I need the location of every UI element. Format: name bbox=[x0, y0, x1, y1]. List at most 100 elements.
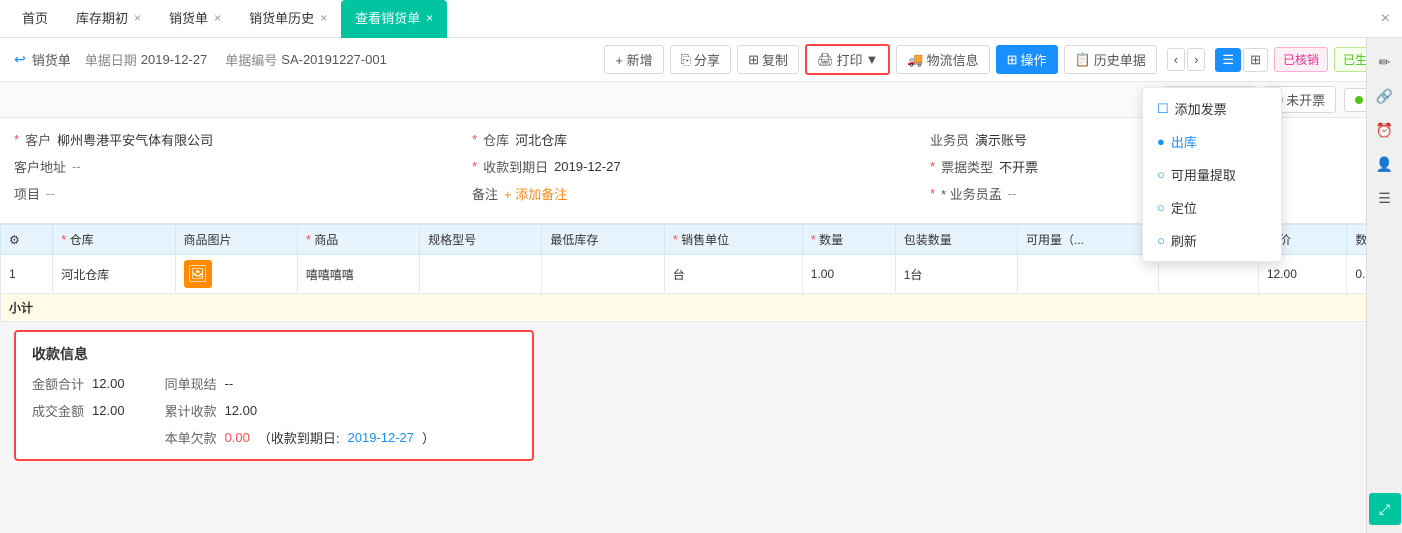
tab-sales-history[interactable]: 销货单历史 × bbox=[235, 0, 341, 38]
logistics-button[interactable]: 🚚 物流信息 bbox=[896, 45, 989, 74]
sidebar-clock-icon[interactable]: ⏰ bbox=[1369, 114, 1401, 146]
ticket-type-value: 不开票 bbox=[999, 157, 1038, 176]
staff2-label: * 业务员孟 bbox=[941, 184, 1002, 203]
dropdown-add-invoice[interactable]: ☐ 添加发票 bbox=[1143, 92, 1281, 125]
address-field: 客户地址 -- bbox=[14, 157, 472, 176]
col-available: 可用量（... bbox=[1018, 225, 1159, 255]
tab-home[interactable]: 首页 bbox=[8, 0, 62, 38]
doc-header: ↩ 销货单 单据日期 2019-12-27 单据编号 SA-20191227-0… bbox=[0, 38, 1402, 82]
total-amount-value: 12.00 bbox=[92, 376, 125, 391]
locate-label: 定位 bbox=[1171, 198, 1197, 217]
cell-pkg-qty: 1台 bbox=[895, 255, 1017, 294]
doc-number-value: SA-20191227-001 bbox=[281, 52, 387, 67]
product-image: 🖼 bbox=[184, 260, 212, 288]
col-unit: * 销售单位 bbox=[664, 225, 802, 255]
deal-amount-value: 12.00 bbox=[92, 403, 125, 418]
print-arrow: ▼ bbox=[866, 52, 879, 67]
customer-field: * 客户 柳州粤港平安气体有限公司 bbox=[14, 130, 472, 149]
ticket-type-req: * bbox=[930, 159, 935, 174]
sidebar-user-icon[interactable]: 👤 bbox=[1369, 148, 1401, 180]
dropdown-available-qty[interactable]: ○ 可用量提取 bbox=[1143, 158, 1281, 191]
tab-sales-history-label: 销货单历史 bbox=[249, 8, 314, 27]
sidebar-link-icon[interactable]: 🔗 bbox=[1369, 80, 1401, 112]
col-spec: 规格型号 bbox=[420, 225, 542, 255]
doc-title: ↩ 销货单 bbox=[14, 50, 71, 69]
print-label: 打印 bbox=[837, 50, 863, 69]
due-date-value: 2019-12-27 bbox=[554, 159, 621, 174]
ticket-status-label: 未开票 bbox=[1286, 90, 1325, 109]
dropdown-refresh[interactable]: ○ 刷新 bbox=[1143, 224, 1281, 257]
customer-value: 柳州粤港平安气体有限公司 bbox=[57, 130, 213, 149]
same-order-value: -- bbox=[225, 376, 234, 391]
outstanding-note: （收款到期日: bbox=[258, 428, 340, 447]
staff2-req: * bbox=[930, 186, 935, 201]
tab-check-sales-label: 查看销货单 bbox=[355, 8, 420, 27]
copy-icon: ⊞ bbox=[748, 52, 759, 68]
logistics-icon: 🚚 bbox=[907, 52, 923, 68]
print-icon: 🖨 bbox=[817, 52, 834, 68]
customer-req: * bbox=[14, 132, 19, 147]
global-close-button[interactable]: × bbox=[1381, 10, 1390, 28]
outstanding-row: 本单欠款 0.00 （收款到期日: 2019-12-27 ） bbox=[165, 428, 435, 447]
print-box: 🖨 打印 ▼ bbox=[805, 44, 890, 75]
history-button[interactable]: 📋 历史单据 bbox=[1064, 45, 1157, 74]
operation-button[interactable]: ⊞ 操作 bbox=[996, 45, 1058, 74]
tab-bar: 首页 库存期初 × 销货单 × 销货单历史 × 查看销货单 × × bbox=[0, 0, 1402, 38]
outbound-label: 出库 bbox=[1171, 132, 1197, 151]
prev-button[interactable]: ‹ bbox=[1167, 48, 1185, 71]
col-qty: * 数量 bbox=[802, 225, 895, 255]
tab-sales-history-close[interactable]: × bbox=[320, 11, 327, 25]
copy-label: 复制 bbox=[762, 50, 788, 69]
add-invoice-icon: ☐ bbox=[1157, 101, 1169, 117]
col-min-stock: 最低库存 bbox=[542, 225, 664, 255]
subtotal-row: 小计 bbox=[1, 294, 1402, 322]
sidebar-edit-icon[interactable]: ✏ bbox=[1369, 46, 1401, 78]
share-label: 分享 bbox=[694, 50, 720, 69]
tab-inventory-init-close[interactable]: × bbox=[134, 11, 141, 25]
tab-inventory-init[interactable]: 库存期初 × bbox=[62, 0, 155, 38]
total-amount-label: 金额合计 bbox=[32, 374, 84, 393]
dropdown-locate[interactable]: ○ 定位 bbox=[1143, 191, 1281, 224]
total-amount-row: 金额合计 12.00 bbox=[32, 374, 125, 393]
cell-spec bbox=[420, 255, 542, 294]
copy-button[interactable]: ⊞ 复制 bbox=[737, 45, 799, 74]
history-icon: 📋 bbox=[1075, 52, 1091, 68]
tab-check-sales[interactable]: 查看销货单 × bbox=[341, 0, 447, 38]
doc-title-text: 销货单 bbox=[32, 50, 71, 69]
add-remark-btn[interactable]: 添加备注 bbox=[504, 184, 567, 203]
address-value: -- bbox=[72, 159, 81, 174]
right-sidebar: ✏ 🔗 ⏰ 👤 ☰ ⤢ bbox=[1366, 38, 1402, 533]
cell-min-stock bbox=[542, 255, 664, 294]
print-button[interactable]: 🖨 打印 ▼ bbox=[807, 46, 888, 73]
tab-check-sales-close[interactable]: × bbox=[426, 11, 433, 25]
toolbar-right: + 新增 ⎘ 分享 ⊞ 复制 🖨 打印 ▼ 🚚 物流信息 ⊞ 操作 📋 历史单据 bbox=[604, 44, 1388, 75]
grid-view-button[interactable]: ⊞ bbox=[1243, 48, 1268, 72]
col-pkg-qty: 包装数量 bbox=[895, 225, 1017, 255]
doc-meta: 单据日期 2019-12-27 单据编号 SA-20191227-001 bbox=[85, 50, 387, 69]
staff-value: 演示账号 bbox=[975, 130, 1027, 149]
payment-info: 收款信息 金额合计 12.00 成交金额 12.00 同单现结 -- 累计收款 … bbox=[14, 330, 534, 461]
new-button[interactable]: + 新增 bbox=[604, 45, 663, 74]
refresh-icon: ○ bbox=[1157, 233, 1165, 248]
cell-available bbox=[1018, 255, 1159, 294]
available-qty-icon: ○ bbox=[1157, 167, 1165, 182]
cell-product: 嘻嘻嘻嘻 bbox=[297, 255, 419, 294]
outstanding-close: ） bbox=[422, 428, 435, 447]
project-label: 项目 bbox=[14, 184, 40, 203]
outstanding-label: 本单欠款 bbox=[165, 428, 217, 447]
confirm-dot bbox=[1355, 96, 1363, 104]
next-button[interactable]: › bbox=[1187, 48, 1205, 71]
sidebar-list-icon[interactable]: ☰ bbox=[1369, 182, 1401, 214]
operation-label: 操作 bbox=[1021, 50, 1047, 69]
tab-sales-order-close[interactable]: × bbox=[214, 11, 221, 25]
cell-warehouse: 河北仓库 bbox=[53, 255, 175, 294]
tab-sales-order[interactable]: 销货单 × bbox=[155, 0, 235, 38]
share-button[interactable]: ⎘ 分享 bbox=[670, 45, 731, 74]
nav-arrows: ‹ › bbox=[1167, 48, 1206, 71]
doc-date-label: 单据日期 bbox=[85, 50, 137, 69]
locate-icon: ○ bbox=[1157, 200, 1165, 215]
col-product: * 商品 bbox=[297, 225, 419, 255]
sidebar-expand-icon[interactable]: ⤢ bbox=[1369, 493, 1401, 525]
dropdown-outbound[interactable]: ● 出库 bbox=[1143, 125, 1281, 158]
list-view-button[interactable]: ☰ bbox=[1215, 48, 1241, 72]
